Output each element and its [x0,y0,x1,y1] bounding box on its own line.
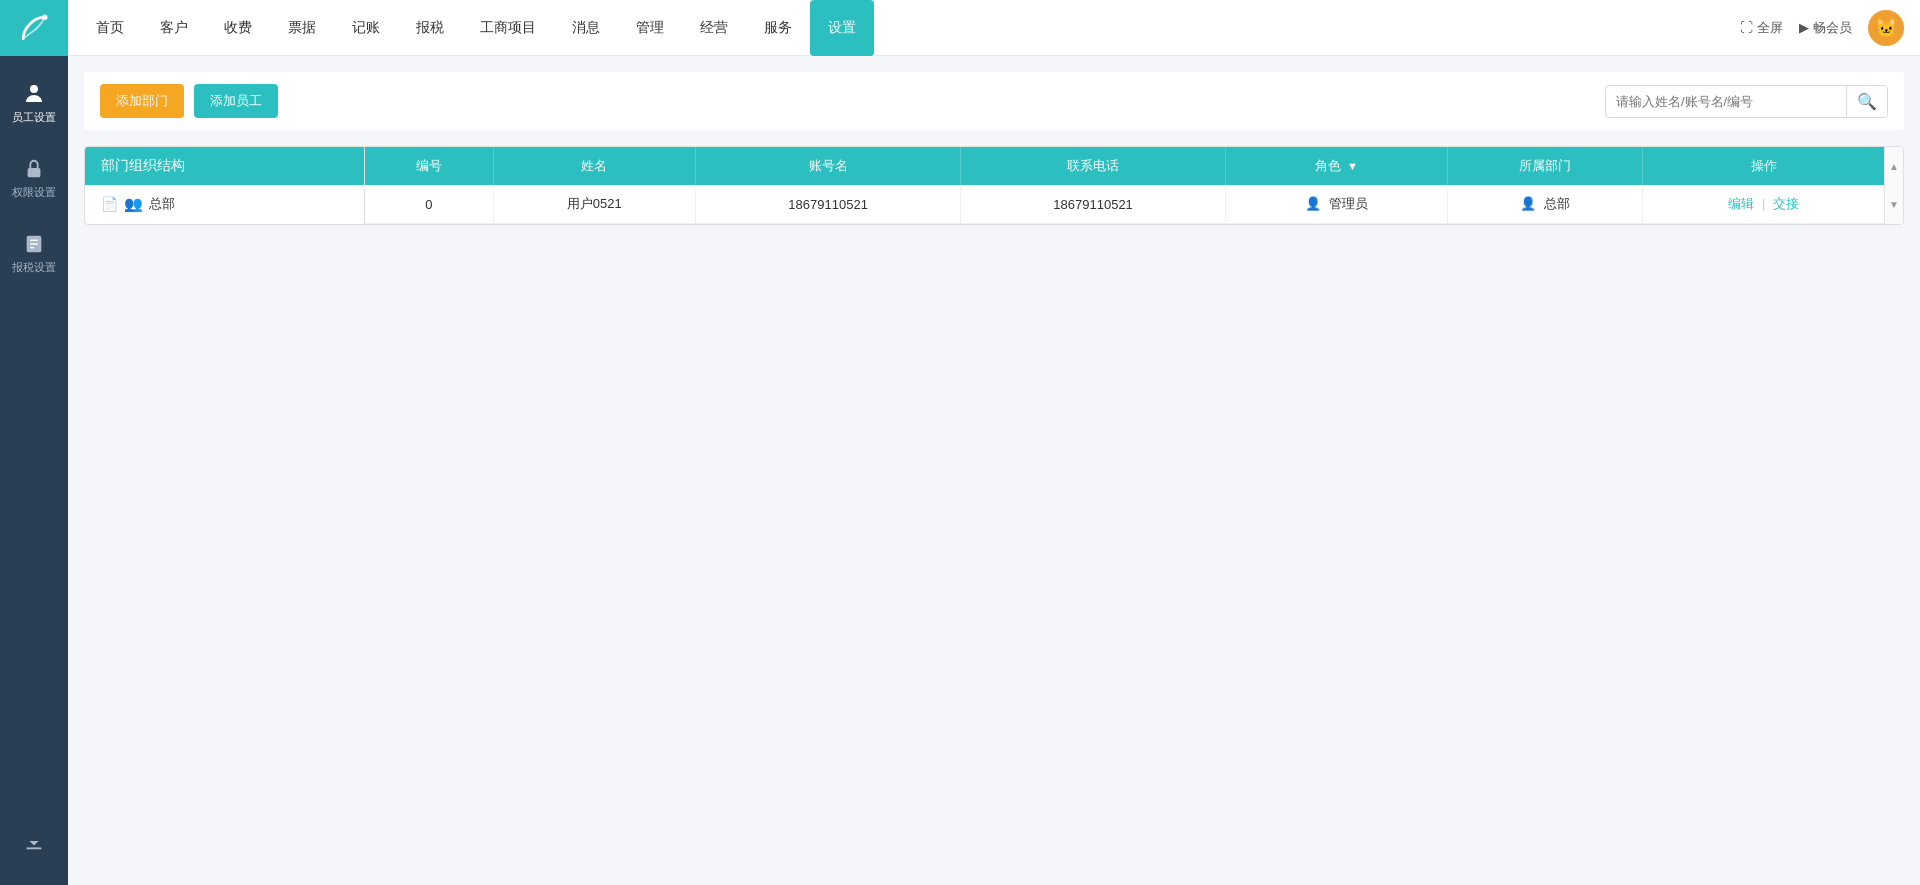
toolbar: 添加部门 添加员工 🔍 [84,72,1904,130]
search-box: 🔍 [1605,85,1888,118]
dept-group-icon: 👥 [124,195,143,213]
transfer-link[interactable]: 交接 [1773,196,1799,211]
member-icon: ▶ [1799,20,1809,35]
nav-items: 首页 客户 收费 票据 记账 报税 工商项目 消息 管理 经营 服务 设置 [68,0,1740,56]
fullscreen-icon: ⛶ [1740,20,1753,35]
nav-item-home[interactable]: 首页 [78,0,142,56]
table-row: 0 用户0521 18679110521 18679110521 👤 管理员 👤… [365,185,1884,224]
sidebar-download-button[interactable] [0,813,68,869]
add-dept-button[interactable]: 添加部门 [100,84,184,118]
col-header-phone: 联系电话 [961,147,1226,185]
nav-item-message[interactable]: 消息 [554,0,618,56]
avatar[interactable]: 🐱 [1868,10,1904,46]
nav-right: ⛶ 全屏 ▶ 畅会员 🐱 [1740,10,1920,46]
edit-link[interactable]: 编辑 [1728,196,1754,211]
dept-name: 总部 [149,195,175,213]
nav-item-manage[interactable]: 管理 [618,0,682,56]
nav-item-account[interactable]: 记账 [334,0,398,56]
dept-user-icon: 👤 [1520,196,1536,211]
role-icon: 👤 [1305,196,1321,211]
nav-item-invoice[interactable]: 票据 [270,0,334,56]
search-input[interactable] [1606,88,1846,115]
cell-phone: 18679110521 [961,185,1226,224]
svg-point-1 [30,85,38,93]
nav-item-business[interactable]: 工商项目 [462,0,554,56]
col-header-role[interactable]: 角色 ▼ [1226,147,1448,185]
employee-table: 编号 姓名 账号名 联系电话 角色 ▼ 所属部门 操作 [365,147,1884,224]
cell-actions: 编辑 | 交接 [1643,185,1884,224]
nav-item-fee[interactable]: 收费 [206,0,270,56]
scroll-down-button[interactable]: ▼ [1885,186,1903,225]
cell-dept: 👤 总部 [1448,185,1643,224]
col-header-dept: 所属部门 [1448,147,1643,185]
action-separator: | [1762,196,1765,211]
svg-point-0 [42,14,47,19]
dept-folder-icon: 📄 [101,196,118,212]
cell-account: 18679110521 [696,185,961,224]
nav-item-service[interactable]: 服务 [746,0,810,56]
lock-icon [22,157,46,181]
add-emp-button[interactable]: 添加员工 [194,84,278,118]
content-area: 添加部门 添加员工 🔍 部门组织结构 📄 👥 总部 [68,56,1920,885]
fullscreen-button[interactable]: ⛶ 全屏 [1740,19,1783,37]
scroll-buttons: ▲ ▼ [1884,147,1903,224]
nav-item-operation[interactable]: 经营 [682,0,746,56]
sidebar-item-employee[interactable]: 员工设置 [0,66,68,141]
report-icon [22,232,46,256]
dept-tree: 部门组织结构 📄 👥 总部 [85,147,365,224]
logo [0,0,68,56]
sidebar-item-permission[interactable]: 权限设置 [0,141,68,216]
search-button[interactable]: 🔍 [1846,86,1887,117]
sidebar-item-tax-settings[interactable]: 报税设置 [0,216,68,291]
cell-id: 0 [365,185,493,224]
svg-rect-2 [28,168,41,177]
sidebar: 员工设置 权限设置 报税设置 [0,56,68,885]
emp-table: 编号 姓名 账号名 联系电话 角色 ▼ 所属部门 操作 [365,147,1884,224]
download-icon [22,829,46,853]
member-button[interactable]: ▶ 畅会员 [1799,19,1852,37]
top-nav: 首页 客户 收费 票据 记账 报税 工商项目 消息 管理 经营 服务 设置 ⛶ … [0,0,1920,56]
main-layout: 员工设置 权限设置 报税设置 [0,56,1920,885]
col-header-account: 账号名 [696,147,961,185]
panel-row: 部门组织结构 📄 👥 总部 编号 姓名 账号名 联系电话 [84,146,1904,225]
filter-icon: ▼ [1347,160,1358,172]
col-header-actions: 操作 [1643,147,1884,185]
search-icon: 🔍 [1857,93,1877,110]
col-header-id: 编号 [365,147,493,185]
dept-tree-header: 部门组织结构 [85,147,364,185]
nav-item-customer[interactable]: 客户 [142,0,206,56]
scroll-up-button[interactable]: ▲ [1885,147,1903,186]
col-header-name: 姓名 [493,147,696,185]
employee-icon [22,82,46,106]
nav-item-tax[interactable]: 报税 [398,0,462,56]
cell-role: 👤 管理员 [1226,185,1448,224]
nav-item-settings[interactable]: 设置 [810,0,874,56]
dept-tree-item-general[interactable]: 📄 👥 总部 [85,185,364,223]
cell-name: 用户0521 [493,185,696,224]
